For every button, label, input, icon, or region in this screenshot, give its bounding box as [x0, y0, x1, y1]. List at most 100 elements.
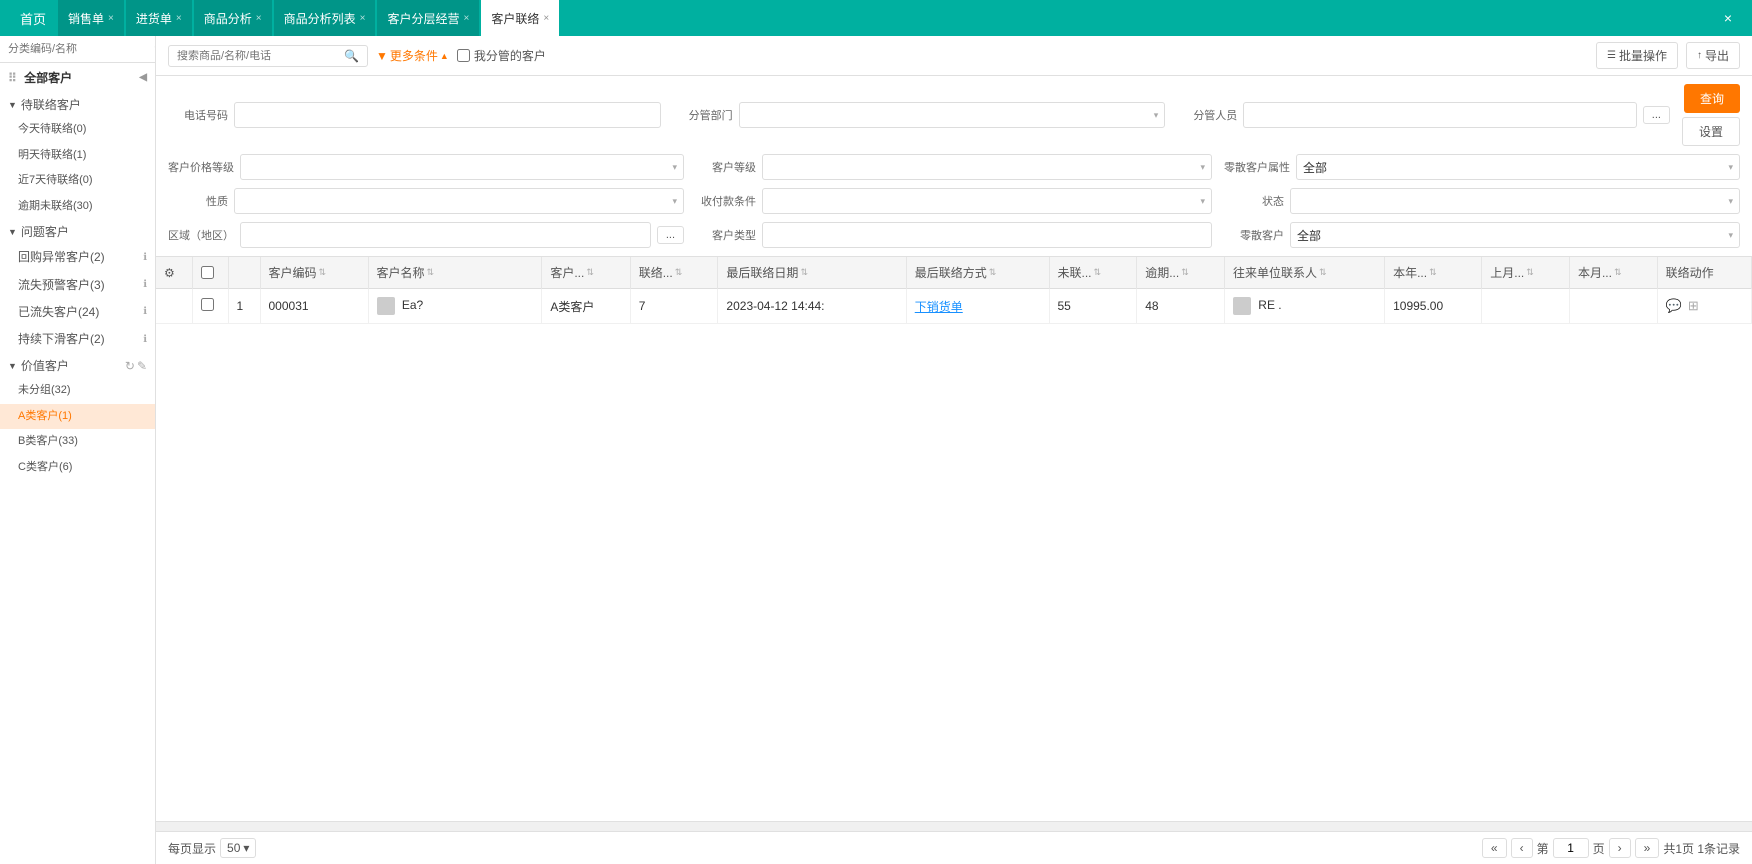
phone-input[interactable] [234, 102, 661, 128]
col-last-month-sort[interactable]: ⇅ [1526, 267, 1534, 278]
row-this-year-cell: 10995.00 [1385, 289, 1482, 324]
nav-tab-sales[interactable]: 销售单 × [58, 0, 124, 36]
region-input[interactable] [240, 222, 651, 248]
nav-tab-customer-contact[interactable]: 客户联络 × [481, 0, 559, 36]
nav-tab-purchase-close[interactable]: × [176, 13, 182, 24]
col-last-month: 上月... ⇅ [1482, 257, 1570, 289]
nav-tab-customer-contact-close[interactable]: × [543, 13, 549, 24]
my-customer-filter: 我分管的客户 [457, 47, 546, 64]
row-name[interactable]: Ea? [402, 298, 423, 312]
person-select[interactable] [1243, 102, 1636, 128]
row-checkbox[interactable] [201, 298, 214, 311]
sidebar-item-b-class[interactable]: B类客户(33) [0, 429, 155, 455]
sidebar: 🔍 ⠿ 全部客户 ◀ ▼ 待联络客户 今天待联络(0) 明天待联络(1) 近7天… [0, 36, 156, 864]
sidebar-item-declining[interactable]: 持续下滑客户(2) ℹ [0, 326, 155, 353]
row-last-contact-method[interactable]: 下销货单 [915, 300, 963, 314]
col-name-sort[interactable]: ⇅ [427, 267, 435, 278]
col-this-year: 本年... ⇅ [1385, 257, 1482, 289]
settings-button[interactable]: 设置 [1682, 117, 1740, 146]
col-this-month-sort[interactable]: ⇅ [1614, 267, 1622, 278]
batch-op-button[interactable]: ☰ 批量操作 [1596, 42, 1678, 69]
nature-select[interactable]: ▾ [234, 188, 684, 214]
customer-type-input[interactable] [762, 222, 1212, 248]
filter-more-button[interactable]: ▼ 更多条件 ▲ [376, 47, 449, 64]
row-action-icons: 💬 ⊞ [1666, 298, 1743, 314]
value-customers-refresh-icon[interactable]: ↻ [125, 359, 135, 373]
region-ellipsis-button[interactable]: ... [657, 226, 684, 244]
nav-tab-sales-close[interactable]: × [108, 13, 114, 24]
col-overdue-sort[interactable]: ⇅ [1181, 267, 1189, 278]
sidebar-item-overdue[interactable]: 逾期未联络(30) [0, 194, 155, 220]
nav-tab-customer-segment-close[interactable]: × [463, 13, 469, 24]
sidebar-item-ungrouped[interactable]: 未分组(32) [0, 378, 155, 404]
payment-select[interactable]: ▾ [762, 188, 1212, 214]
settings-icon[interactable]: ⚙ [164, 266, 175, 280]
query-button[interactable]: 查询 [1684, 84, 1740, 113]
price-level-select[interactable]: ▾ [240, 154, 684, 180]
page-last-button[interactable]: » [1635, 838, 1660, 858]
row-overdue-cell: 48 [1137, 289, 1225, 324]
per-page-value: 50 [227, 841, 240, 855]
customer-level-select[interactable]: ▾ [762, 154, 1212, 180]
col-no-contact-sort[interactable]: ⇅ [1094, 267, 1102, 278]
filter-search-icon[interactable]: 🔍 [344, 49, 359, 63]
nav-tab-product-analysis-close[interactable]: × [256, 13, 262, 24]
sidebar-item-churn-warning[interactable]: 流失预警客户(3) ℹ [0, 272, 155, 299]
pending-contact-group[interactable]: ▼ 待联络客户 [0, 92, 155, 117]
page-size-box[interactable]: 50 ▾ [220, 838, 256, 858]
horizontal-scrollbar[interactable] [156, 821, 1752, 831]
all-customers-header[interactable]: ⠿ 全部客户 ◀ [0, 63, 155, 92]
value-customers-group[interactable]: ▼ 价值客户 ↻ ✎ [0, 353, 155, 378]
page-prev-button[interactable]: ‹ [1511, 838, 1533, 858]
dept-select[interactable]: ▾ [739, 102, 1166, 128]
col-customer-type-sort[interactable]: ⇅ [586, 267, 594, 278]
row-checkbox-cell [192, 289, 228, 324]
page-next-button[interactable]: › [1609, 838, 1631, 858]
col-contact-count: 联络... ⇅ [630, 257, 718, 289]
person-ellipsis-button[interactable]: ... [1643, 106, 1670, 124]
sidebar-item-tomorrow[interactable]: 明天待联络(1) [0, 143, 155, 169]
filter-row-2: 客户价格等级 ▾ 客户等级 ▾ 零散客户属性 全部 [168, 154, 1740, 180]
sidebar-item-repurchase-abnormal[interactable]: 回购异常客户(2) ℹ [0, 244, 155, 271]
nav-home[interactable]: 首页 [8, 0, 58, 36]
row-qr-icon[interactable]: ⊞ [1688, 298, 1699, 314]
sidebar-item-churned[interactable]: 已流失客户(24) ℹ [0, 299, 155, 326]
nav-tab-customer-segment[interactable]: 客户分层经营 × [377, 0, 479, 36]
page-total: 页 [1593, 840, 1605, 857]
sidebar-item-7days[interactable]: 近7天待联络(0) [0, 168, 155, 194]
col-last-month-label: 上月... [1490, 264, 1524, 281]
select-all-checkbox[interactable] [201, 266, 214, 279]
export-button[interactable]: ↑ 导出 [1686, 42, 1740, 69]
col-code-sort[interactable]: ⇅ [319, 267, 327, 278]
problem-customers-group[interactable]: ▼ 问题客户 [0, 219, 155, 244]
nav-tab-product-analysis[interactable]: 商品分析 × [194, 0, 272, 36]
my-customer-checkbox[interactable] [457, 49, 470, 62]
filter-search-input[interactable] [177, 50, 340, 62]
sidebar-item-a-class[interactable]: A类客户(1) [0, 404, 155, 430]
status-select[interactable]: ▾ [1290, 188, 1740, 214]
col-unit-contact-sort[interactable]: ⇅ [1319, 267, 1327, 278]
nav-tab-product-list-close[interactable]: × [360, 13, 366, 24]
col-actions: 联络动作 [1657, 257, 1751, 289]
retail-customer-select[interactable]: 全部 ▾ [1290, 222, 1740, 248]
price-level-chevron: ▾ [672, 162, 677, 173]
col-no-contact-label: 未联... [1058, 264, 1092, 281]
sidebar-search-input[interactable] [8, 43, 150, 55]
value-customers-edit-icon[interactable]: ✎ [137, 359, 147, 373]
col-contact-count-sort[interactable]: ⇅ [675, 267, 683, 278]
nav-tab-purchase[interactable]: 进货单 × [126, 0, 192, 36]
retail-attr-select[interactable]: 全部 ▾ [1296, 154, 1740, 180]
filter-field-nature: 性质 ▾ [168, 188, 684, 214]
col-this-year-sort[interactable]: ⇅ [1429, 267, 1437, 278]
sidebar-item-c-class[interactable]: C类客户(6) [0, 455, 155, 481]
filter-more-label: 更多条件 [390, 47, 438, 64]
sidebar-item-today[interactable]: 今天待联络(0) [0, 117, 155, 143]
page-first-button[interactable]: « [1482, 838, 1507, 858]
col-last-contact-method-sort[interactable]: ⇅ [989, 267, 997, 278]
col-customer-type-label: 客户... [550, 264, 584, 281]
row-chat-icon[interactable]: 💬 [1666, 298, 1682, 314]
page-input[interactable] [1553, 838, 1589, 858]
window-close-button[interactable]: × [1712, 10, 1744, 26]
nav-tab-product-list[interactable]: 商品分析列表 × [274, 0, 376, 36]
col-last-contact-date-sort[interactable]: ⇅ [800, 267, 808, 278]
